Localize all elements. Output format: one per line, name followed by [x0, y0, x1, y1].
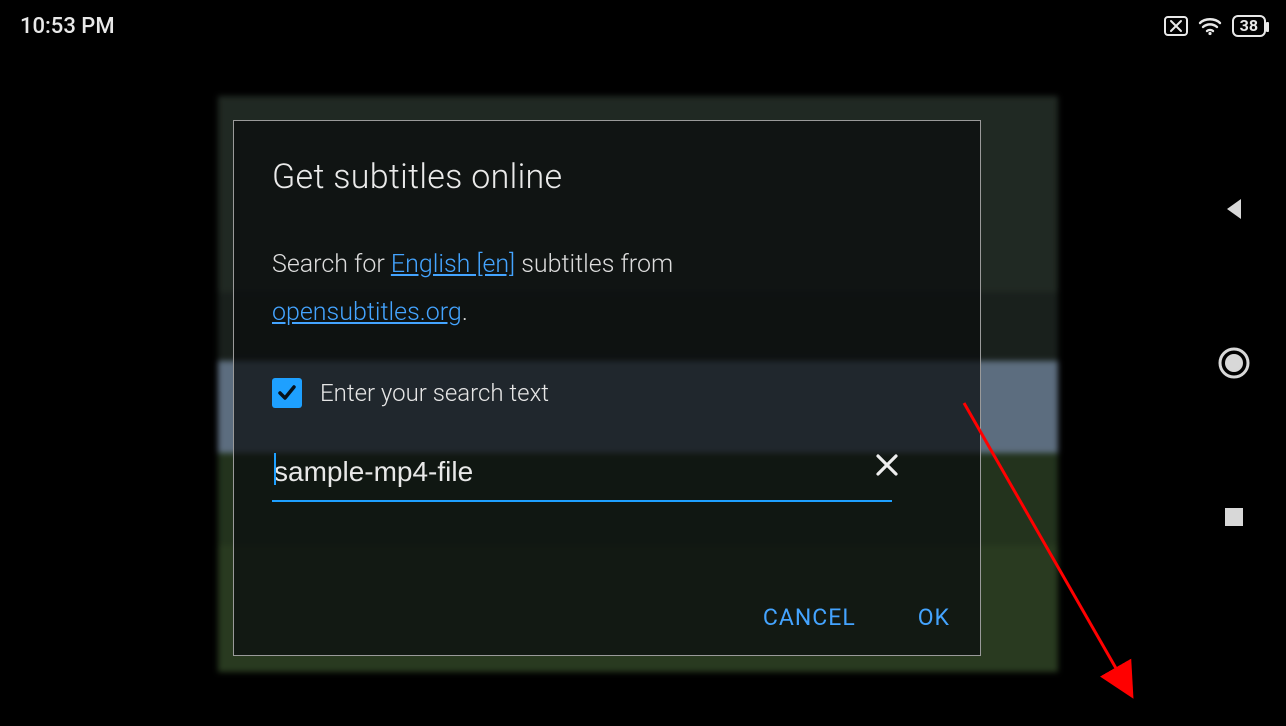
- language-link[interactable]: English [en]: [391, 250, 515, 279]
- circle-home-icon: [1217, 346, 1251, 380]
- cancel-button[interactable]: CANCEL: [759, 598, 860, 637]
- nav-back-button[interactable]: [1217, 192, 1251, 226]
- body-text-middle: subtitles from: [515, 250, 673, 279]
- status-bar: 10:53 PM 38: [20, 12, 1266, 40]
- square-recent-icon: [1222, 505, 1246, 529]
- clock-time: 10:53 PM: [20, 14, 115, 39]
- get-subtitles-dialog: Get subtitles online Search for English …: [233, 120, 981, 656]
- clear-x-icon: [873, 451, 901, 479]
- text-caret: [274, 453, 276, 485]
- search-text-checkbox-row: Enter your search text: [272, 378, 942, 408]
- triangle-back-icon: [1221, 196, 1247, 222]
- search-input-row: [272, 450, 942, 502]
- body-text-prefix: Search for: [272, 250, 391, 279]
- close-in-box-icon: [1164, 16, 1188, 36]
- nav-home-button[interactable]: [1217, 346, 1251, 380]
- search-text-checkbox[interactable]: [272, 378, 302, 408]
- dialog-actions: CANCEL OK: [759, 598, 954, 637]
- navigation-rail: [1204, 4, 1264, 722]
- clear-search-button[interactable]: [870, 448, 904, 482]
- nav-recent-button[interactable]: [1217, 500, 1251, 534]
- dialog-title: Get subtitles online: [272, 157, 942, 197]
- search-text-checkbox-label: Enter your search text: [320, 379, 549, 407]
- checkmark-icon: [276, 382, 298, 404]
- ok-button[interactable]: OK: [914, 598, 954, 637]
- search-input[interactable]: [272, 450, 892, 502]
- dialog-body-text: Search for English [en] subtitles from o…: [272, 241, 942, 336]
- device-frame: 10:53 PM 38 Get subtitles online Search: [0, 0, 1286, 726]
- body-text-suffix: .: [462, 298, 468, 327]
- content-area: Get subtitles online Search for English …: [4, 44, 1202, 722]
- source-link[interactable]: opensubtitles.org: [272, 298, 462, 327]
